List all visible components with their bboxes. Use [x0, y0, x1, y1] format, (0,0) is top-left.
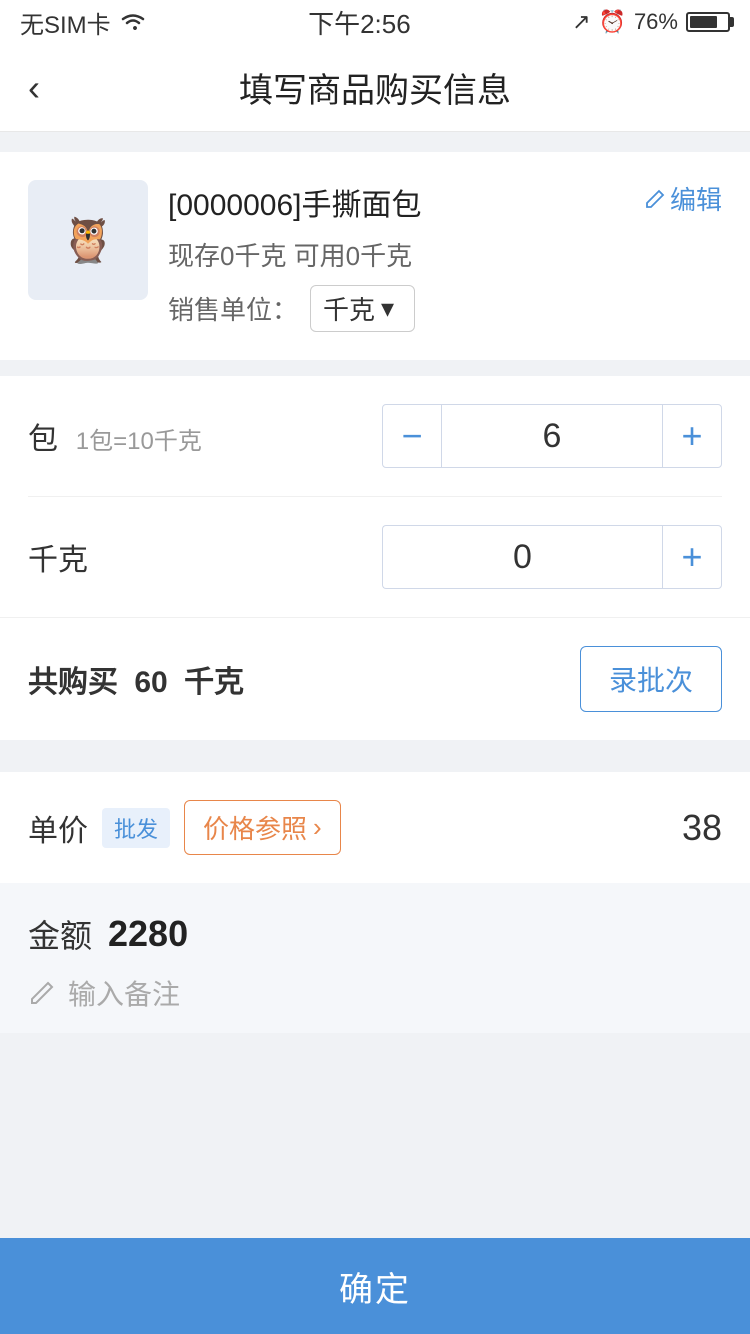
battery-icon [686, 12, 730, 32]
bag-label: 包 [28, 423, 58, 456]
total-section: 共购买 60 千克 录批次 [0, 617, 750, 740]
bag-increment-button[interactable]: + [662, 404, 722, 468]
batch-button[interactable]: 录批次 [580, 646, 722, 712]
section-divider-2 [0, 740, 750, 756]
price-ref-button[interactable]: 价格参照 › [184, 800, 341, 855]
section-divider-1 [0, 360, 750, 376]
battery-text: 76% [634, 9, 678, 35]
total-text: 共购买 60 千克 [28, 657, 244, 701]
bag-label-group: 包 1包=10千克 [28, 414, 202, 458]
product-image: 🦉 [28, 180, 148, 300]
product-name: [0000006]手撕面包 [168, 180, 421, 224]
product-card: 🦉 [0000006]手撕面包 编辑 现存0千克 可用0千克 销售单位： 千克 … [0, 152, 750, 360]
kg-quantity-controls: + [382, 525, 722, 589]
status-left: 无SIM卡 [20, 5, 147, 40]
chevron-down-icon: ▾ [381, 293, 394, 324]
pencil-icon [28, 979, 56, 1007]
amount-section: 金额 2280 输入备注 [0, 883, 750, 1033]
bag-quantity-controls: − + [382, 404, 722, 468]
nav-bar: ‹ 填写商品购买信息 [0, 44, 750, 132]
status-time: 下午2:56 [308, 4, 411, 41]
price-section: 单价 批发 价格参照 › 38 [0, 772, 750, 883]
back-button[interactable]: ‹ [28, 67, 40, 109]
confirm-button[interactable]: 确定 [0, 1238, 750, 1334]
status-right: ↗ ⏰ 76% [572, 9, 730, 35]
location-icon: ↗ [572, 9, 590, 35]
note-row[interactable]: 输入备注 [28, 973, 722, 1013]
amount-row: 金额 2280 [28, 911, 722, 957]
kg-quantity-row: 千克 + [28, 497, 722, 617]
bag-quantity-input[interactable] [442, 404, 662, 468]
amount-label: 金额 [28, 911, 92, 957]
price-ref-arrow-icon: › [313, 812, 322, 843]
edit-icon [644, 188, 666, 210]
kg-increment-button[interactable]: + [662, 525, 722, 589]
product-info: [0000006]手撕面包 编辑 现存0千克 可用0千克 销售单位： 千克 ▾ [168, 180, 722, 332]
batch-tag: 批发 [102, 808, 170, 848]
unit-select[interactable]: 千克 ▾ [310, 285, 415, 332]
product-stock: 现存0千克 可用0千克 [168, 236, 722, 273]
price-left: 单价 批发 价格参照 › [28, 800, 341, 855]
kg-quantity-input[interactable] [382, 525, 662, 589]
bag-quantity-row: 包 1包=10千克 − + [28, 376, 722, 497]
quantity-section: 包 1包=10千克 − + 千克 + [0, 376, 750, 617]
bag-sub-label: 1包=10千克 [76, 428, 202, 455]
page-title: 填写商品购买信息 [239, 63, 511, 112]
unit-label: 销售单位： [168, 290, 298, 327]
bottom-spacer [0, 1033, 750, 1153]
product-image-placeholder: 🦉 [61, 214, 116, 266]
status-bar: 无SIM卡 下午2:56 ↗ ⏰ 76% [0, 0, 750, 44]
kg-label: 千克 [28, 535, 88, 579]
wifi-icon [119, 12, 147, 32]
alarm-icon: ⏰ [599, 9, 626, 35]
bag-decrement-button[interactable]: − [382, 404, 442, 468]
price-value: 38 [682, 807, 722, 849]
edit-button[interactable]: 编辑 [644, 180, 722, 217]
note-input-placeholder[interactable]: 输入备注 [68, 973, 180, 1013]
price-label: 单价 [28, 806, 88, 850]
carrier-text: 无SIM卡 [20, 5, 111, 40]
amount-value: 2280 [108, 913, 188, 955]
